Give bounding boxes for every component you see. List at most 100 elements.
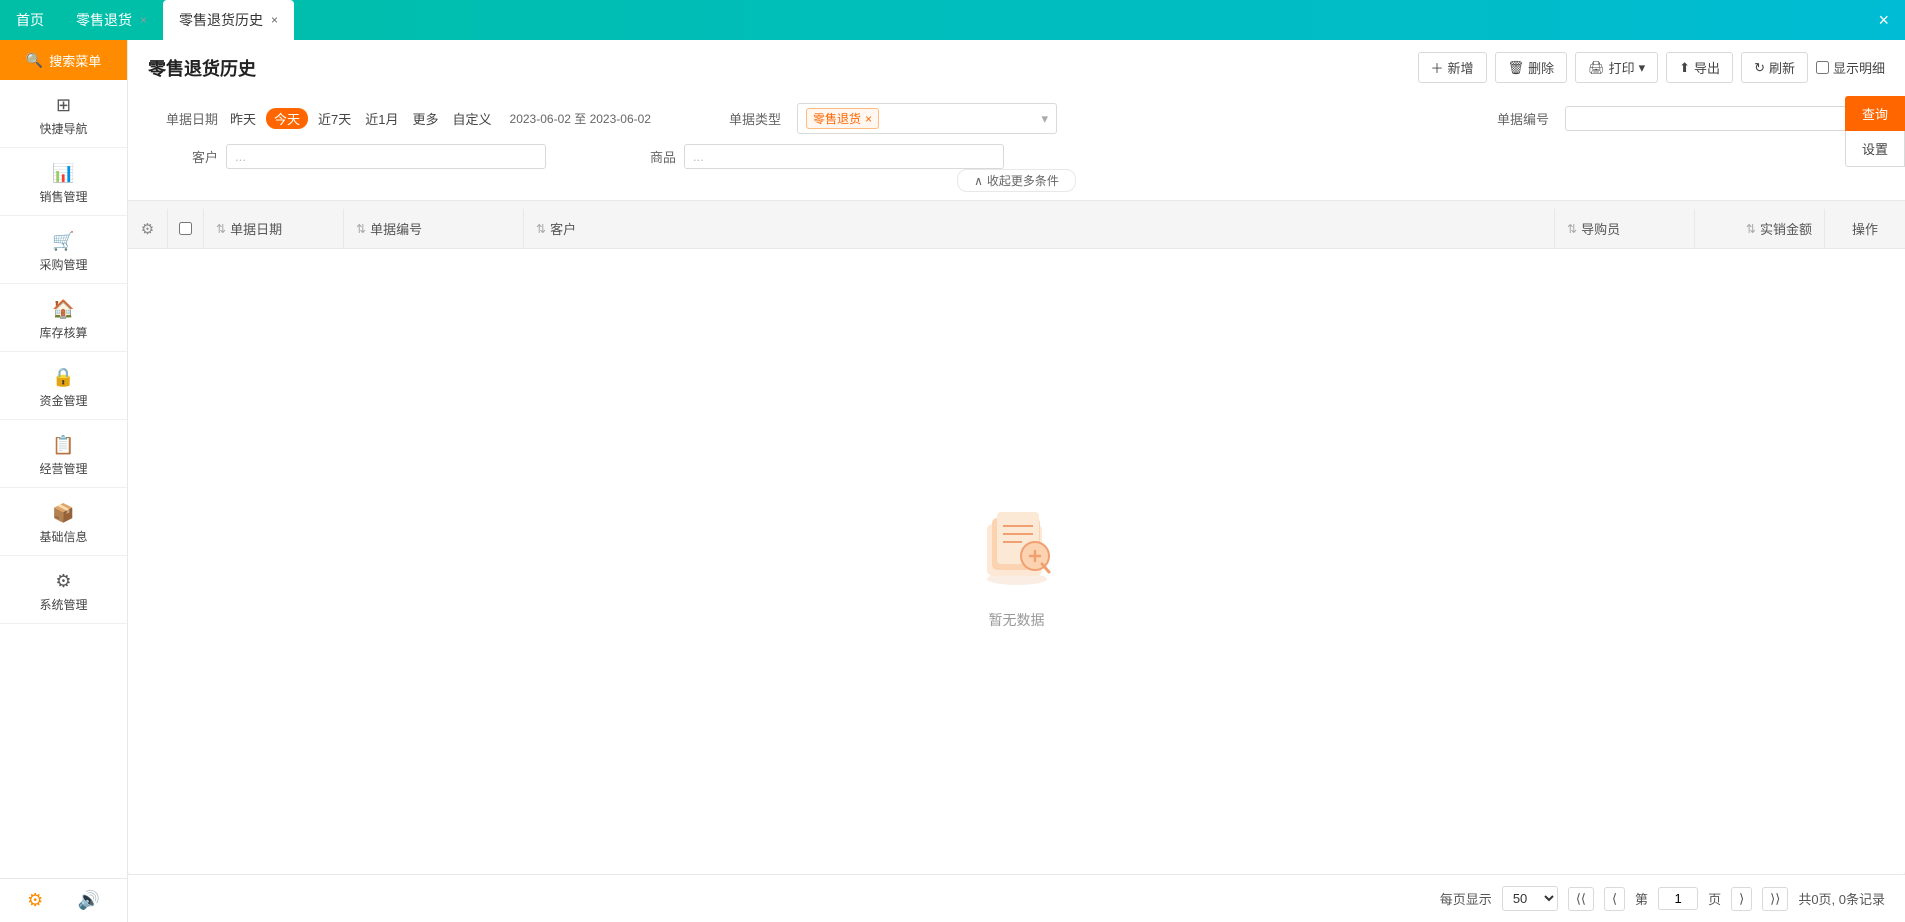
th-checkbox[interactable] xyxy=(168,209,204,248)
tab-retail-return-history[interactable]: 零售退货历史 × xyxy=(163,0,294,40)
tab-retail-return-history-label: 零售退货历史 xyxy=(179,10,263,30)
per-page-select[interactable]: 10 20 50 100 xyxy=(1502,886,1558,911)
sidebar-item-finance-label: 资金管理 xyxy=(39,392,87,409)
collapse-button[interactable]: ∧ 收起更多条件 xyxy=(957,169,1076,192)
purchase-mgmt-icon: 🛒 xyxy=(53,230,75,252)
table-header: ⚙ ⇅ 单据日期 ⇅ 单据编号 ⇅ 客户 xyxy=(128,209,1905,249)
setting-button[interactable]: 设置 xyxy=(1845,131,1905,167)
th-amount[interactable]: ⇅ 实销金额 xyxy=(1695,209,1825,248)
first-page-button[interactable]: ⟨⟨ xyxy=(1568,887,1594,911)
operations-icon: 📋 xyxy=(53,434,75,456)
sidebar-item-system-mgmt[interactable]: ⚙ 系统管理 xyxy=(0,556,127,624)
bill-no-input[interactable] xyxy=(1565,106,1885,131)
table-wrap: ⚙ ⇅ 单据日期 ⇅ 单据编号 ⇅ 客户 xyxy=(128,209,1905,874)
date-opt-today[interactable]: 今天 xyxy=(266,108,308,129)
basic-info-icon: 📦 xyxy=(53,502,75,524)
goods-select[interactable]: ... xyxy=(684,144,1004,169)
collapse-row: ∧ 收起更多条件 xyxy=(148,169,1885,200)
delete-label: 删除 xyxy=(1528,58,1554,77)
th-action-label: 操作 xyxy=(1852,219,1878,238)
settings-bottom-icon[interactable]: ⚙ xyxy=(27,890,43,911)
th-date[interactable]: ⇅ 单据日期 xyxy=(204,209,344,248)
setting-label: 设置 xyxy=(1862,142,1888,157)
select-all-checkbox[interactable] xyxy=(179,222,192,235)
bill-type-tag-text: 零售退货 xyxy=(813,110,861,127)
date-opt-1month[interactable]: 近1月 xyxy=(361,108,402,129)
th-guide[interactable]: ⇅ 导购员 xyxy=(1555,209,1695,248)
empty-icon xyxy=(967,494,1067,594)
date-opt-7days[interactable]: 近7天 xyxy=(314,108,355,129)
tab-retail-return[interactable]: 零售退货 × xyxy=(60,0,163,40)
show-detail-label: 显示明细 xyxy=(1833,58,1885,77)
bill-no-filter-label: 单据编号 xyxy=(1479,109,1549,128)
tab-retail-return-close[interactable]: × xyxy=(140,13,147,27)
th-bill-no-label: 单据编号 xyxy=(370,219,422,238)
content-area: 零售退货历史 ＋ 新增 🗑 删除 🖨 打印 ▾ xyxy=(128,40,1905,922)
system-mgmt-icon: ⚙ xyxy=(53,570,75,592)
filter-row-1: 单据日期 昨天 今天 近7天 近1月 更多 自定义 2023-06-02 至 2… xyxy=(148,103,1885,134)
print-button[interactable]: 🖨 打印 ▾ xyxy=(1575,52,1658,83)
gear-icon: ⚙ xyxy=(141,220,154,238)
show-detail-checkbox-label[interactable]: 显示明细 xyxy=(1816,58,1885,77)
export-label: 导出 xyxy=(1694,58,1720,77)
sidebar-item-finance[interactable]: 🔒 资金管理 xyxy=(0,352,127,420)
tab-home[interactable]: 首页 xyxy=(0,0,60,40)
sidebar-item-sales-mgmt-label: 销售管理 xyxy=(39,188,87,205)
export-button[interactable]: ⬆ 导出 xyxy=(1666,52,1733,83)
page-header: 零售退货历史 ＋ 新增 🗑 删除 🖨 打印 ▾ xyxy=(128,40,1905,201)
refresh-icon: ↻ xyxy=(1754,60,1765,76)
date-opt-custom[interactable]: 自定义 xyxy=(449,108,496,129)
sidebar-item-operations[interactable]: 📋 经营管理 xyxy=(0,420,127,488)
page-title: 零售退货历史 xyxy=(148,55,256,81)
prev-page-button[interactable]: ⟨ xyxy=(1604,887,1625,911)
volume-bottom-icon[interactable]: 🔊 xyxy=(77,890,99,911)
empty-text: 暂无数据 xyxy=(989,610,1045,630)
query-button[interactable]: 查询 xyxy=(1845,96,1905,131)
pagination-summary: 共0页, 0条记录 xyxy=(1798,889,1885,908)
sort-amount-icon: ⇅ xyxy=(1746,222,1756,236)
bill-type-tag-close[interactable]: × xyxy=(865,112,872,126)
th-gear[interactable]: ⚙ xyxy=(128,209,168,248)
filter-area: 单据日期 昨天 今天 近7天 近1月 更多 自定义 2023-06-02 至 2… xyxy=(148,93,1885,200)
top-bar: 首页 零售退货 × 零售退货历史 × × xyxy=(0,0,1905,40)
delete-icon: 🗑 xyxy=(1508,60,1525,76)
tab-home-label: 首页 xyxy=(16,10,44,30)
sidebar-item-quick-nav[interactable]: ⊞ 快捷导航 xyxy=(0,80,127,148)
customer-dots: ... xyxy=(235,149,246,164)
sidebar-item-basic-info-label: 基础信息 xyxy=(39,528,87,545)
new-button[interactable]: ＋ 新增 xyxy=(1418,52,1487,83)
delete-button[interactable]: 🗑 删除 xyxy=(1495,52,1568,83)
th-bill-no[interactable]: ⇅ 单据编号 xyxy=(344,209,524,248)
sidebar-item-inventory[interactable]: 🏠 库存核算 xyxy=(0,284,127,352)
sidebar-item-basic-info[interactable]: 📦 基础信息 xyxy=(0,488,127,556)
refresh-button[interactable]: ↻ 刷新 xyxy=(1741,52,1808,83)
next-page-button[interactable]: ⟩ xyxy=(1731,887,1752,911)
window-close-button[interactable]: × xyxy=(1862,10,1905,31)
query-label: 查询 xyxy=(1862,107,1888,122)
customer-filter-label: 客户 xyxy=(148,147,218,166)
th-customer[interactable]: ⇅ 客户 xyxy=(524,209,1555,248)
th-amount-label: 实销金额 xyxy=(1760,219,1812,238)
customer-select[interactable]: ... xyxy=(226,144,546,169)
last-page-button[interactable]: ⟩⟩ xyxy=(1762,887,1788,911)
sort-bill-no-icon: ⇅ xyxy=(356,222,366,236)
sidebar-search[interactable]: 🔍 搜索菜单 xyxy=(0,40,127,80)
show-detail-checkbox[interactable] xyxy=(1816,61,1829,74)
date-opt-more[interactable]: 更多 xyxy=(409,108,443,129)
bill-type-select[interactable]: 零售退货 × ▾ xyxy=(797,103,1057,134)
sidebar-item-system-mgmt-label: 系统管理 xyxy=(39,596,87,613)
page-section-label: 第 xyxy=(1635,889,1648,908)
page-number-input[interactable] xyxy=(1658,887,1698,910)
sidebar-item-inventory-label: 库存核算 xyxy=(39,324,87,341)
sidebar-item-purchase-mgmt[interactable]: 🛒 采购管理 xyxy=(0,216,127,284)
quick-nav-icon: ⊞ xyxy=(53,94,75,116)
filter-row-2: 客户 ... 商品 ... xyxy=(148,144,1885,169)
th-date-label: 单据日期 xyxy=(230,219,282,238)
new-label: 新增 xyxy=(1448,58,1474,77)
tab-retail-return-history-close[interactable]: × xyxy=(271,13,278,27)
sidebar-item-sales-mgmt[interactable]: 📊 销售管理 xyxy=(0,148,127,216)
per-page-label: 每页显示 xyxy=(1440,889,1492,908)
bill-type-filter-label: 单据类型 xyxy=(711,109,781,128)
th-action: 操作 xyxy=(1825,209,1905,248)
date-opt-yesterday[interactable]: 昨天 xyxy=(226,108,260,129)
